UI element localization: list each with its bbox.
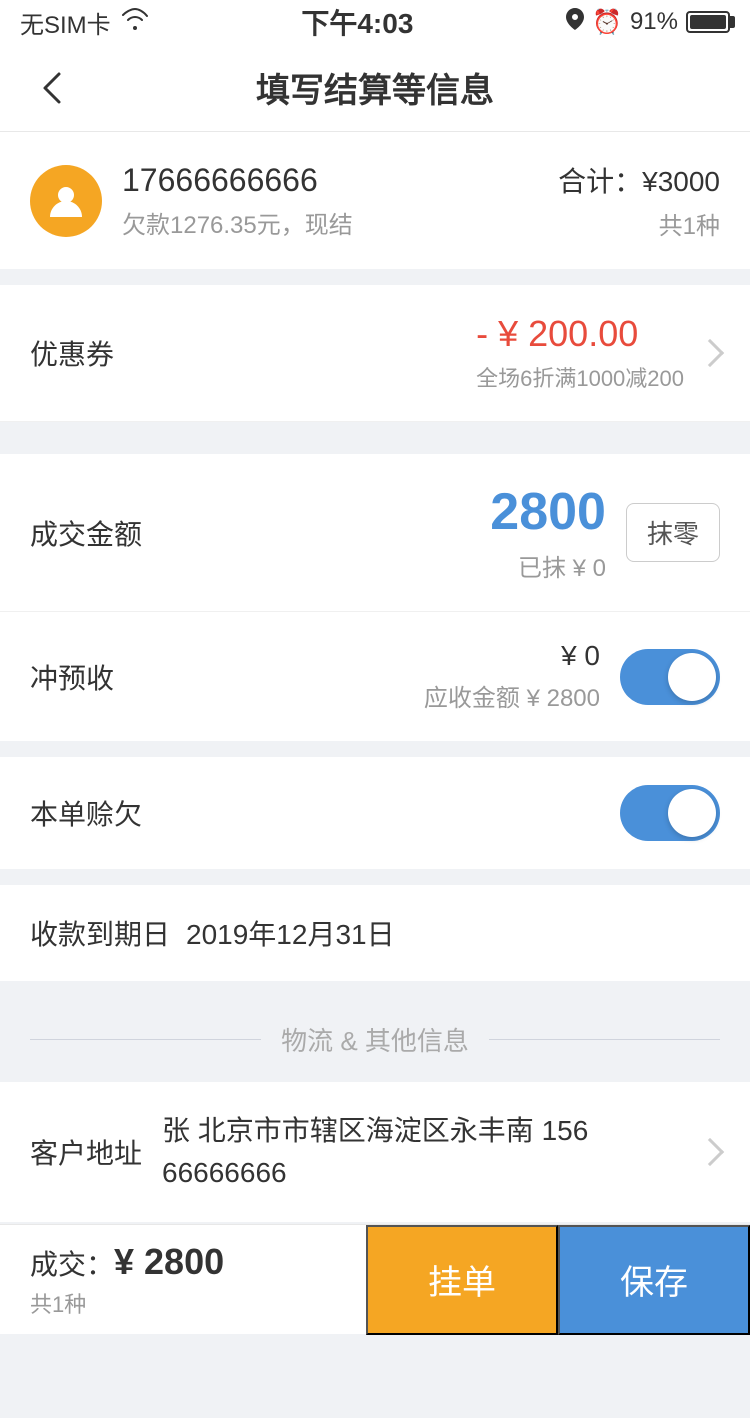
avatar <box>30 165 102 237</box>
wifi-icon <box>121 8 149 37</box>
coupon-row[interactable]: 优惠券 - ¥ 200.00 全场6折满1000减200 <box>0 285 750 422</box>
customer-debt: 欠款1276.35元，现结 <box>122 205 353 240</box>
deal-prefix: 成交： <box>30 1249 114 1280</box>
bottom-deal-text: 成交：¥ 2800 <box>30 1241 336 1283</box>
bottom-bar: 成交：¥ 2800 共1种 挂单 保存 <box>0 1224 750 1334</box>
coupon-label: 优惠券 <box>30 333 114 373</box>
logistics-line-right <box>489 1039 720 1040</box>
status-left: 无SIM卡 <box>20 5 149 40</box>
logistics-label: 物流 & 其他信息 <box>281 1021 469 1058</box>
location-icon <box>566 8 584 37</box>
save-button[interactable]: 保存 <box>558 1225 750 1335</box>
total-count: 共1种 <box>558 206 720 241</box>
coupon-chevron-icon <box>696 339 724 367</box>
deal-amount: ¥ 2800 <box>114 1241 224 1282</box>
alarm-icon: ⏰ <box>592 8 622 37</box>
pre-collection-row: 冲预收 ¥ 0 应收金额 ¥ 2800 <box>0 611 750 741</box>
pre-collection-amount: ¥ 0 <box>424 640 600 672</box>
section-divider-2 <box>0 741 750 757</box>
due-date-label: 收款到期日 <box>30 913 170 953</box>
round-zero-button[interactable]: 抹零 <box>626 503 720 562</box>
debt-row: 本单赊欠 <box>0 757 750 869</box>
debt-toggle[interactable] <box>620 785 720 841</box>
pre-collection-label: 冲预收 <box>30 657 114 697</box>
address-chevron-icon <box>696 1138 724 1166</box>
suspend-button[interactable]: 挂单 <box>366 1225 558 1335</box>
coupon-amount: - ¥ 200.00 <box>476 313 684 355</box>
due-date-value: 2019年12月31日 <box>186 913 395 953</box>
status-right: ⏰ 91% <box>566 8 730 37</box>
transaction-sub: 已抹 ¥ 0 <box>490 548 606 583</box>
total-amount: 合计：¥3000 <box>558 160 720 200</box>
battery-icon <box>686 11 730 33</box>
status-bar: 无SIM卡 下午4:03 ⏰ 91% <box>0 0 750 44</box>
transaction-row: 成交金额 2800 已抹 ¥ 0 抹零 <box>0 454 750 611</box>
due-date-row: 收款到期日 2019年12月31日 <box>0 885 750 981</box>
customer-card: 17666666666 欠款1276.35元，现结 合计：¥3000 共1种 <box>0 132 750 269</box>
page-title: 填写结算等信息 <box>256 63 494 112</box>
bottom-count: 共1种 <box>30 1287 336 1319</box>
bottom-summary: 成交：¥ 2800 共1种 <box>0 1241 366 1319</box>
coupon-desc: 全场6折满1000减200 <box>476 361 684 393</box>
toggle-thumb <box>668 653 716 701</box>
address-value: 张 北京市市辖区海淀区永丰南 156 66666666 <box>162 1110 700 1194</box>
carrier-text: 无SIM卡 <box>20 5 111 40</box>
battery-percent: 91% <box>630 8 678 36</box>
nav-bar: 填写结算等信息 <box>0 44 750 132</box>
back-button[interactable] <box>30 66 74 110</box>
transaction-label: 成交金额 <box>30 513 142 553</box>
pre-collection-desc: 应收金额 ¥ 2800 <box>424 678 600 713</box>
address-label: 客户地址 <box>30 1132 142 1172</box>
section-divider-1 <box>0 438 750 454</box>
debt-label: 本单赊欠 <box>30 793 142 833</box>
address-row[interactable]: 客户地址 张 北京市市辖区海淀区永丰南 156 66666666 <box>0 1082 750 1222</box>
logistics-divider: 物流 & 其他信息 <box>0 997 750 1082</box>
logistics-line-left <box>30 1039 261 1040</box>
status-time: 下午4:03 <box>301 2 413 42</box>
pre-collection-toggle[interactable] <box>620 649 720 705</box>
transaction-value: 2800 <box>490 482 606 542</box>
customer-phone: 17666666666 <box>122 162 353 199</box>
debt-toggle-thumb <box>668 789 716 837</box>
